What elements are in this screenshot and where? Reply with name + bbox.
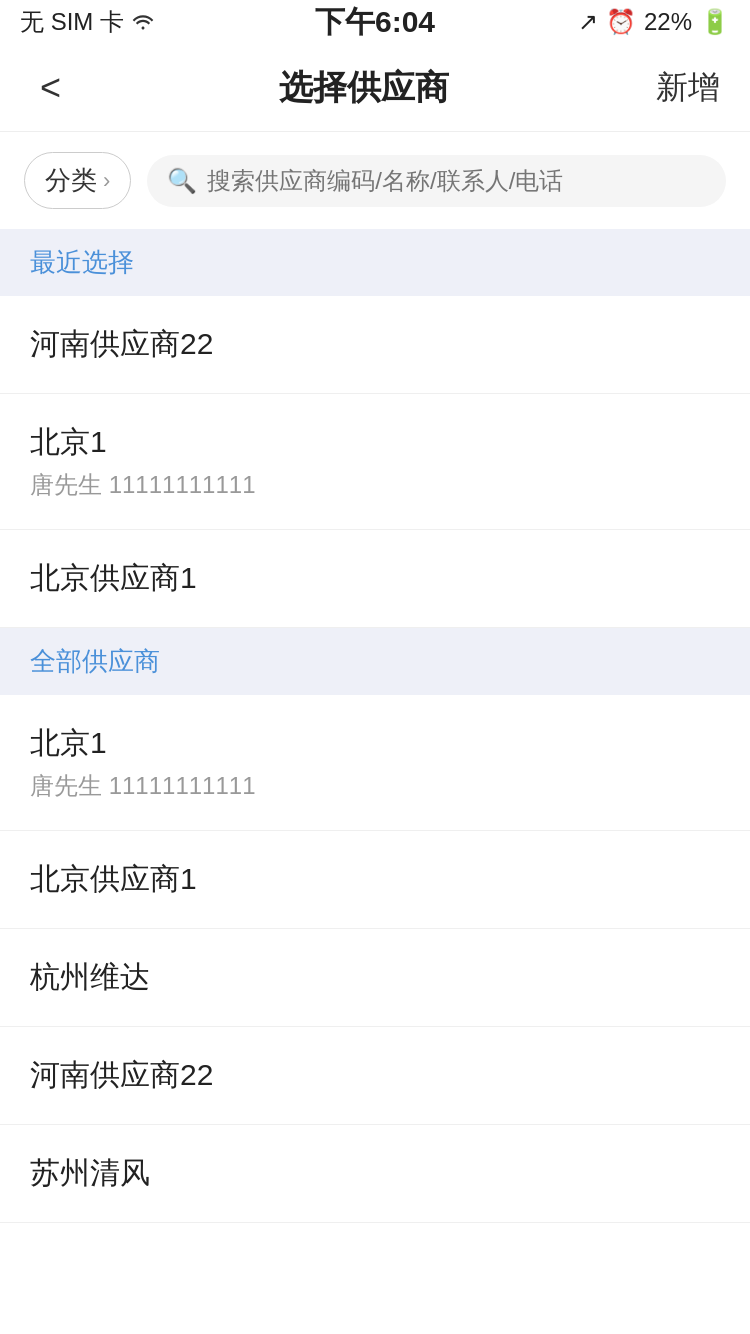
add-button[interactable]: 新增: [656, 66, 720, 110]
supplier-name: 苏州清风: [30, 1153, 720, 1194]
page-title: 选择供应商: [279, 65, 449, 111]
wifi-icon: [132, 8, 154, 36]
battery-icon: 🔋: [700, 8, 730, 36]
back-button[interactable]: <: [30, 57, 71, 119]
sim-status: 无 SIM 卡: [20, 6, 124, 38]
nav-bar: < 选择供应商 新增: [0, 44, 750, 132]
location-icon: ↗: [578, 8, 598, 36]
list-item[interactable]: 杭州维达: [0, 929, 750, 1027]
supplier-name: 河南供应商22: [30, 324, 720, 365]
chevron-right-icon: ›: [103, 168, 110, 194]
list-item[interactable]: 北京1 唐先生 11111111111: [0, 695, 750, 831]
filter-bar: 分类 › 🔍: [0, 132, 750, 229]
list-item[interactable]: 苏州清风: [0, 1125, 750, 1223]
list-item[interactable]: 北京供应商1: [0, 831, 750, 929]
status-bar-right: ↗ ⏰ 22% 🔋: [578, 8, 730, 36]
list-item[interactable]: 河南供应商22: [0, 1027, 750, 1125]
section-header-all: 全部供应商: [0, 628, 750, 695]
list-item[interactable]: 河南供应商22: [0, 296, 750, 394]
list-item[interactable]: 北京供应商1: [0, 530, 750, 628]
supplier-name: 河南供应商22: [30, 1055, 720, 1096]
status-bar: 无 SIM 卡 下午6:04 ↗ ⏰ 22% 🔋: [0, 0, 750, 44]
supplier-name: 北京供应商1: [30, 859, 720, 900]
section-header-recent: 最近选择: [0, 229, 750, 296]
alarm-icon: ⏰: [606, 8, 636, 36]
search-input[interactable]: [207, 167, 706, 195]
list-item[interactable]: 北京1 唐先生 11111111111: [0, 394, 750, 530]
supplier-name: 北京供应商1: [30, 558, 720, 599]
search-box[interactable]: 🔍: [147, 155, 726, 207]
category-button[interactable]: 分类 ›: [24, 152, 131, 209]
supplier-name: 北京1: [30, 723, 720, 764]
supplier-contact: 唐先生 11111111111: [30, 469, 720, 501]
supplier-contact: 唐先生 11111111111: [30, 770, 720, 802]
supplier-name: 北京1: [30, 422, 720, 463]
search-icon: 🔍: [167, 167, 197, 195]
status-bar-left: 无 SIM 卡: [20, 6, 154, 38]
status-bar-time: 下午6:04: [315, 2, 435, 43]
battery-level: 22%: [644, 8, 692, 36]
category-label: 分类: [45, 163, 97, 198]
sections-container: 最近选择河南供应商22 北京1 唐先生 11111111111 北京供应商1 全部供应商…: [0, 229, 750, 1223]
supplier-name: 杭州维达: [30, 957, 720, 998]
